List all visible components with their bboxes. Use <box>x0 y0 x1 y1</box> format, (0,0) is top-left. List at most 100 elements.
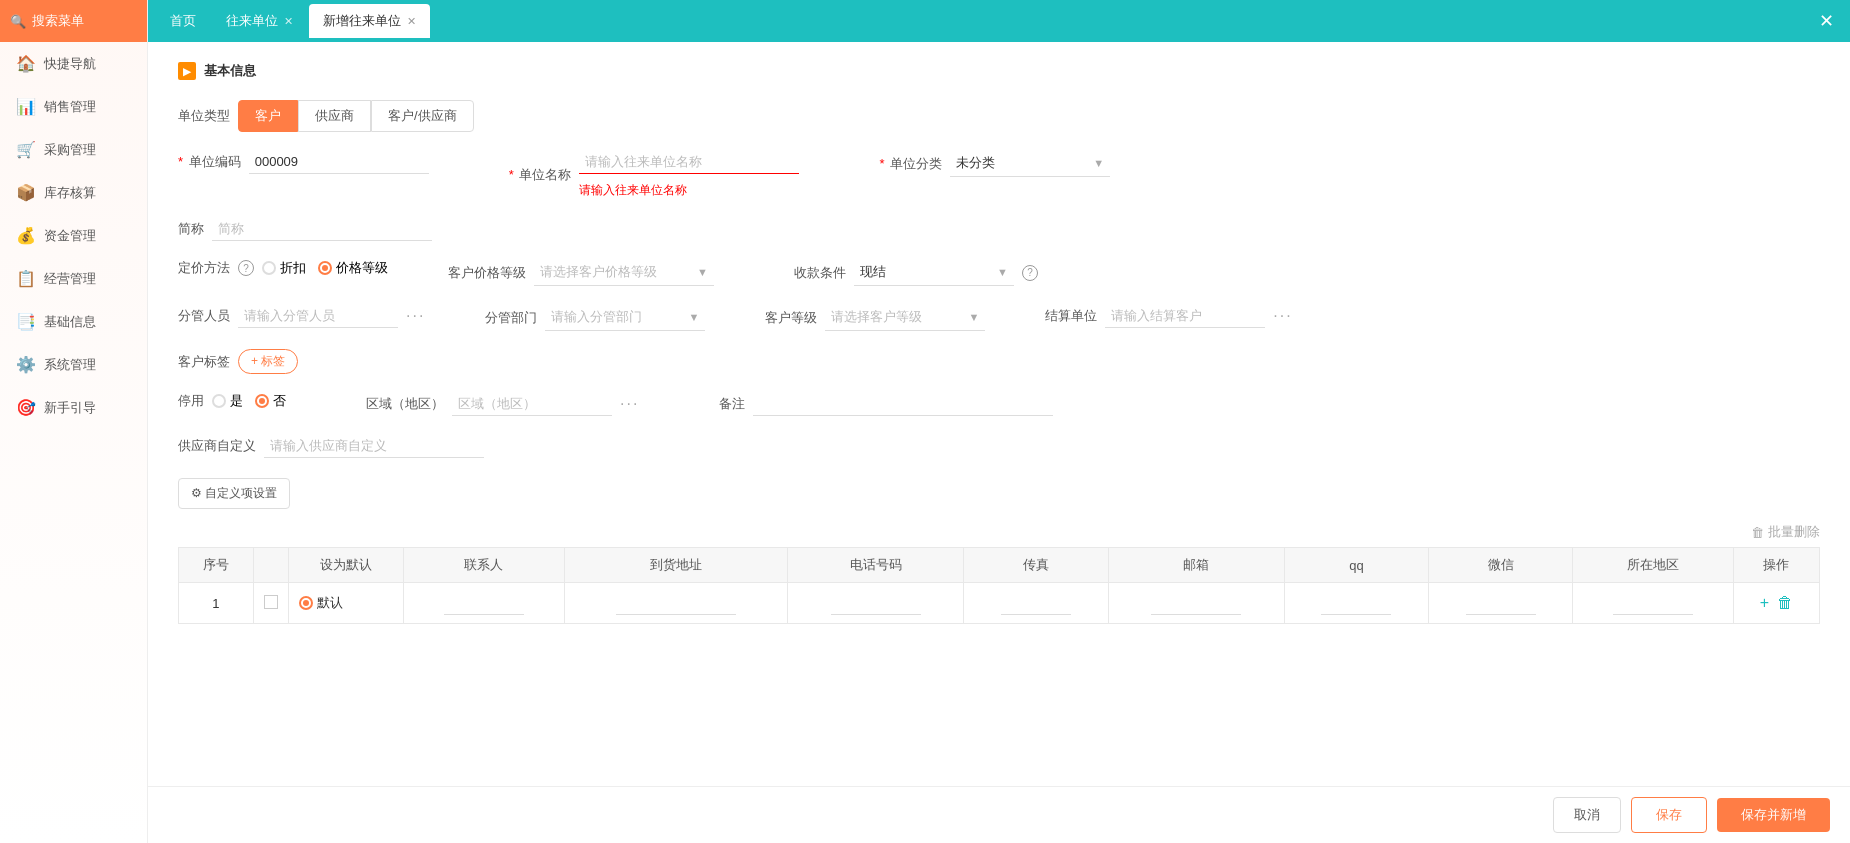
disabled-yes[interactable]: 是 <box>212 392 243 410</box>
row-email-input[interactable] <box>1151 591 1241 615</box>
payment-terms-select[interactable]: 现结 ▼ <box>854 259 1014 286</box>
short-name-label: 简称 <box>178 220 204 238</box>
supplier-custom-row: 供应商自定义 <box>178 434 1820 458</box>
tab-counterparty-close[interactable]: ✕ <box>284 15 293 28</box>
row-default-radio[interactable]: 默认 <box>299 594 394 612</box>
search-icon: 🔍 <box>10 14 26 29</box>
sidebar-item-operations[interactable]: 📋 经营管理 <box>0 257 147 300</box>
settlement-unit-label: 结算单位 <box>1045 307 1097 325</box>
unit-category-label: * 单位分类 <box>879 155 942 173</box>
row-default-radio-circle[interactable] <box>299 596 313 610</box>
col-qq: qq <box>1284 548 1428 583</box>
delete-row-button[interactable]: 🗑 <box>1777 594 1793 612</box>
row-phone-input[interactable] <box>831 591 921 615</box>
settlement-unit-more[interactable]: ··· <box>1273 307 1292 325</box>
payment-terms-value: 现结 <box>860 263 993 281</box>
save-new-button[interactable]: 保存并新增 <box>1717 798 1830 832</box>
settlement-unit-input[interactable] <box>1105 304 1265 328</box>
basic-info-icon: 📑 <box>16 312 36 331</box>
customer-price-level-select[interactable]: 请选择客户价格等级 ▼ <box>534 259 714 286</box>
system-icon: ⚙️ <box>16 355 36 374</box>
row-actions: + 🗑 <box>1744 594 1809 612</box>
unit-type-customer[interactable]: 客户 <box>238 100 298 132</box>
row-action-cell: + 🗑 <box>1733 583 1819 624</box>
unit-name-inline <box>579 150 799 174</box>
unit-type-supplier[interactable]: 供应商 <box>298 100 371 132</box>
row-fax-input[interactable] <box>1001 591 1071 615</box>
unit-name-label: * 单位名称 <box>509 166 572 184</box>
row-location[interactable] <box>1573 583 1733 624</box>
pricing-discount-radio[interactable] <box>262 261 276 275</box>
region-more[interactable]: ··· <box>620 395 639 413</box>
batch-delete-button[interactable]: 🗑 批量删除 <box>1751 523 1820 541</box>
region-input[interactable] <box>452 392 612 416</box>
disabled-no-radio[interactable] <box>255 394 269 408</box>
tab-new-counterparty-close[interactable]: ✕ <box>407 15 416 28</box>
row-location-input[interactable] <box>1613 591 1693 615</box>
pricing-price-level[interactable]: 价格等级 <box>318 259 388 277</box>
unit-name-input[interactable] <box>579 150 799 174</box>
row-checkbox[interactable] <box>264 595 278 609</box>
row-fax[interactable] <box>964 583 1108 624</box>
sidebar-item-finance[interactable]: 💰 资金管理 <box>0 214 147 257</box>
tab-home[interactable]: 首页 <box>156 4 210 38</box>
manager-more[interactable]: ··· <box>406 307 425 325</box>
remark-field: 备注 <box>719 392 1053 416</box>
row-wechat[interactable] <box>1429 583 1573 624</box>
sidebar-item-guide[interactable]: 🎯 新手引导 <box>0 386 147 429</box>
sidebar-item-inventory[interactable]: 📦 库存核算 <box>0 171 147 214</box>
unit-type-label: 单位类型 <box>178 107 230 125</box>
remark-input[interactable] <box>753 392 1053 416</box>
disabled-row: 停用 是 否 区域（地区） ··· 备注 <box>178 392 1820 416</box>
disabled-label: 停用 <box>178 392 204 410</box>
home-icon: 🏠 <box>16 54 36 73</box>
table-section: ⚙ 自定义项设置 🗑 批量删除 序号 设为默认 联系人 到货地址 电话号码 <box>178 478 1820 624</box>
supplier-custom-input[interactable] <box>264 434 484 458</box>
row-qq-input[interactable] <box>1321 591 1391 615</box>
row-email[interactable] <box>1108 583 1284 624</box>
custom-settings-button[interactable]: ⚙ 自定义项设置 <box>178 478 290 509</box>
add-row-button[interactable]: + <box>1760 594 1769 612</box>
department-select[interactable]: 请输入分管部门 ▼ <box>545 304 705 331</box>
col-contact: 联系人 <box>404 548 564 583</box>
row-qq[interactable] <box>1284 583 1428 624</box>
sidebar-item-basic-info[interactable]: 📑 基础信息 <box>0 300 147 343</box>
customer-price-level-arrow: ▼ <box>697 266 708 278</box>
operations-icon: 📋 <box>16 269 36 288</box>
tab-counterparty[interactable]: 往来单位 ✕ <box>212 4 307 38</box>
sidebar-item-sales[interactable]: 📊 销售管理 <box>0 85 147 128</box>
sidebar-item-quick-nav[interactable]: 🏠 快捷导航 <box>0 42 147 85</box>
manager-input[interactable] <box>238 304 398 328</box>
pricing-help-icon[interactable]: ? <box>238 260 254 276</box>
tab-new-counterparty[interactable]: 新增往来单位 ✕ <box>309 4 430 38</box>
row-contact[interactable] <box>404 583 564 624</box>
unit-type-both[interactable]: 客户/供应商 <box>371 100 474 132</box>
unit-category-select[interactable]: 未分类 ▼ <box>950 150 1110 177</box>
search-menu[interactable]: 🔍 搜索菜单 <box>0 0 147 42</box>
disabled-yes-radio[interactable] <box>212 394 226 408</box>
cancel-button[interactable]: 取消 <box>1553 797 1621 833</box>
row-contact-input[interactable] <box>444 591 524 615</box>
pricing-price-level-radio[interactable] <box>318 261 332 275</box>
row-address[interactable] <box>564 583 788 624</box>
short-name-input[interactable] <box>212 217 432 241</box>
add-tag-button[interactable]: + 标签 <box>238 349 298 374</box>
save-button[interactable]: 保存 <box>1631 797 1707 833</box>
row-address-input[interactable] <box>616 591 736 615</box>
sidebar-item-system[interactable]: ⚙️ 系统管理 <box>0 343 147 386</box>
row-phone[interactable] <box>788 583 964 624</box>
window-close-button[interactable]: ✕ <box>1811 6 1842 36</box>
disabled-no[interactable]: 否 <box>255 392 286 410</box>
col-address: 到货地址 <box>564 548 788 583</box>
short-name-field: 简称 <box>178 217 432 241</box>
row-no: 1 <box>179 583 254 624</box>
payment-terms-help-icon[interactable]: ? <box>1022 265 1038 281</box>
unit-code-input[interactable] <box>249 150 429 174</box>
pricing-discount[interactable]: 折扣 <box>262 259 306 277</box>
short-name-row: 简称 <box>178 217 1820 241</box>
unit-category-value: 未分类 <box>956 154 1089 172</box>
department-arrow: ▼ <box>688 311 699 323</box>
row-wechat-input[interactable] <box>1466 591 1536 615</box>
customer-level-select[interactable]: 请选择客户等级 ▼ <box>825 304 985 331</box>
sidebar-item-purchase[interactable]: 🛒 采购管理 <box>0 128 147 171</box>
